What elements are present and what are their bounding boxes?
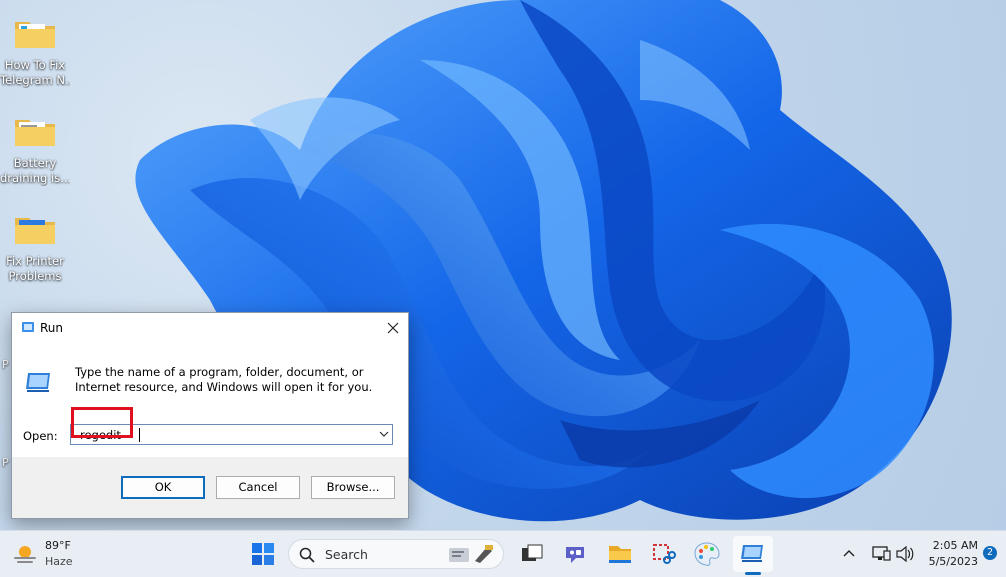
desktop-icon-label-line2: draining is... [0, 171, 70, 185]
taskbar-clock[interactable]: 2:05 AM 5/5/2023 [922, 538, 978, 570]
desktop-icon-partial-label: P [2, 456, 9, 469]
folder-icon [15, 218, 55, 244]
run-icon [22, 322, 34, 332]
text-cursor [139, 428, 140, 442]
desktop-icon-label-line2: Problems [8, 269, 62, 283]
run-dialog-titlebar[interactable]: Run [12, 313, 408, 343]
task-view-icon[interactable] [517, 539, 547, 569]
start-icon[interactable] [248, 539, 278, 569]
chat-icon[interactable] [560, 539, 590, 569]
haze-sun-icon [14, 546, 36, 563]
clock-time: 2:05 AM [932, 539, 978, 552]
clock-date: 5/5/2023 [928, 555, 978, 568]
desktop-icon-label-line1: Battery [13, 156, 57, 170]
run-app-icon[interactable] [738, 539, 768, 569]
run-dialog-description: Type the name of a program, folder, docu… [75, 365, 373, 394]
cancel-button[interactable]: Cancel [216, 476, 300, 499]
desktop-icon-label-line2: Telegram N... [0, 73, 70, 87]
paint-icon[interactable] [692, 539, 722, 569]
volume-icon[interactable] [890, 539, 920, 569]
folder-icon [15, 22, 55, 48]
chevron-down-icon[interactable] [379, 430, 389, 438]
search-icon [299, 547, 315, 563]
taskbar-search-box[interactable]: Search [288, 539, 504, 569]
browse-button[interactable]: Browse... [311, 476, 395, 499]
red-highlight-box [71, 407, 133, 438]
run-dialog-footer: OK Cancel Browse... [12, 457, 408, 518]
desktop-icon-label-line1: Fix Printer [6, 254, 64, 268]
run-dialog-title: Run [40, 321, 64, 335]
active-app-indicator [745, 572, 761, 575]
weather-temperature: 89°F [45, 539, 71, 552]
chevron-up-icon[interactable] [834, 539, 864, 569]
weather-widget[interactable]: 89°F Haze [12, 537, 102, 571]
run-dialog-body: Type the name of a program, folder, docu… [12, 343, 408, 457]
snipping-tool-icon[interactable] [648, 539, 678, 569]
desktop-icon-partial-label: P [2, 358, 9, 371]
folder-icon [15, 120, 55, 146]
desktop-icon-printer-folder[interactable]: Fix Printer Problems [0, 212, 70, 284]
desktop-icon-label-line1: How To Fix [4, 58, 66, 72]
desktop-icon-telegram-folder[interactable]: How To Fix Telegram N... [0, 16, 70, 88]
file-explorer-icon[interactable] [605, 539, 635, 569]
run-dialog: Run Type the name of a program, folder, … [11, 312, 409, 519]
weather-condition: Haze [45, 555, 73, 568]
open-label: Open: [23, 429, 58, 443]
desktop-icon-battery-folder[interactable]: Battery draining is... [0, 114, 70, 186]
notification-badge[interactable]: 2 [983, 546, 997, 560]
search-placeholder: Search [325, 547, 368, 562]
close-icon[interactable] [378, 313, 408, 343]
run-program-icon [26, 373, 50, 392]
search-highlight-icon [449, 545, 493, 563]
ok-button[interactable]: OK [121, 476, 205, 499]
taskbar: 89°F Haze Search 2:05 AM 5/5/2023 2 [0, 530, 1006, 577]
